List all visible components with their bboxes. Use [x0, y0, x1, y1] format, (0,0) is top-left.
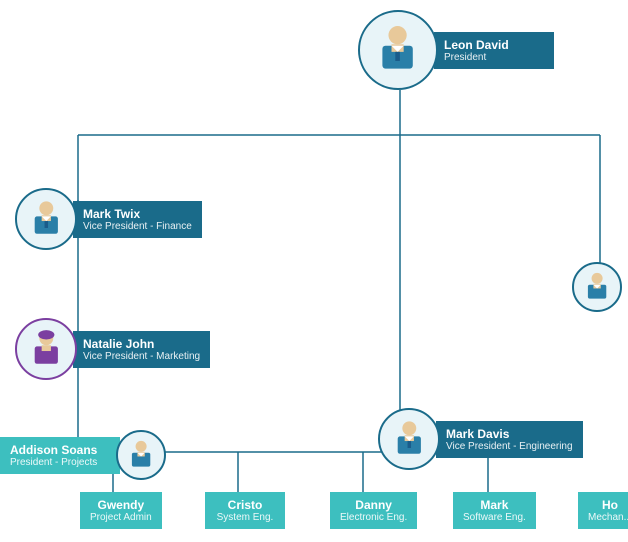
node-cristo: Cristo System Eng.: [205, 492, 285, 529]
node-danny: Danny Electronic Eng.: [330, 492, 417, 529]
info-mark-twix: Mark Twix Vice President - Finance: [73, 201, 202, 238]
mark-twix-name: Mark Twix: [83, 207, 192, 221]
node-leon: Leon David President: [358, 10, 554, 90]
mark-soft-name: Mark: [463, 498, 526, 512]
info-mark-soft: Mark Software Eng.: [453, 492, 536, 529]
info-mark-davis: Mark Davis Vice President - Engineering: [436, 421, 583, 458]
mark-davis-name: Mark Davis: [446, 427, 573, 441]
node-mark-davis: Mark Davis Vice President - Engineering: [378, 408, 583, 470]
ho-name: Ho: [588, 498, 628, 512]
cristo-name: Cristo: [215, 498, 275, 512]
addison-title: President - Projects: [10, 457, 110, 468]
node-mark-soft: Mark Software Eng.: [453, 492, 536, 529]
danny-title: Electronic Eng.: [340, 512, 407, 523]
node-ho: Ho Mechan...: [578, 492, 628, 529]
info-ho: Ho Mechan...: [578, 492, 628, 529]
node-mark-twix: Mark Twix Vice President - Finance: [15, 188, 202, 250]
natalie-name: Natalie John: [83, 337, 200, 351]
node-addison: Addison Soans President - Projects: [0, 430, 166, 480]
node-gwendy: Gwendy Project Admin: [80, 492, 162, 529]
info-gwendy: Gwendy Project Admin: [80, 492, 162, 529]
gwendy-title: Project Admin: [90, 512, 152, 523]
mark-twix-title: Vice President - Finance: [83, 221, 192, 232]
info-leon: Leon David President: [434, 32, 554, 69]
addison-name: Addison Soans: [10, 443, 110, 457]
natalie-title: Vice President - Marketing: [83, 351, 200, 362]
avatar-mystery: [572, 262, 622, 312]
info-natalie: Natalie John Vice President - Marketing: [73, 331, 210, 368]
org-chart: Leon David President Mark Twix Vice Pres…: [0, 0, 628, 542]
avatar-mark-davis: [378, 408, 440, 470]
avatar-natalie: [15, 318, 77, 380]
node-natalie: Natalie John Vice President - Marketing: [15, 318, 210, 380]
leon-title: President: [444, 52, 544, 63]
avatar-addison: [116, 430, 166, 480]
leon-name: Leon David: [444, 38, 544, 52]
cristo-title: System Eng.: [215, 512, 275, 523]
avatar-mark-twix: [15, 188, 77, 250]
avatar-leon: [358, 10, 438, 90]
gwendy-name: Gwendy: [90, 498, 152, 512]
info-addison: Addison Soans President - Projects: [0, 437, 120, 474]
mark-soft-title: Software Eng.: [463, 512, 526, 523]
info-cristo: Cristo System Eng.: [205, 492, 285, 529]
ho-title: Mechan...: [588, 512, 628, 523]
mark-davis-title: Vice President - Engineering: [446, 441, 573, 452]
node-mystery: [572, 262, 622, 312]
info-danny: Danny Electronic Eng.: [330, 492, 417, 529]
danny-name: Danny: [340, 498, 407, 512]
